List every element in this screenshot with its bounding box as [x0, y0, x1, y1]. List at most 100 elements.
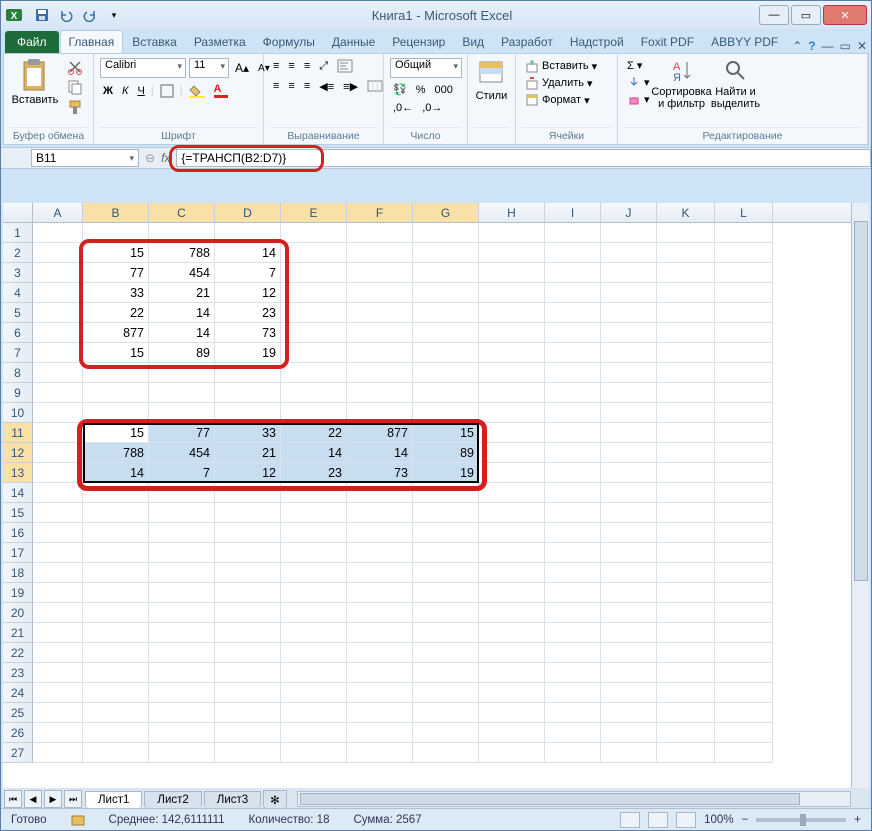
align-bot-icon[interactable]: ≡ — [301, 59, 313, 73]
cell[interactable] — [601, 583, 657, 603]
cell[interactable] — [83, 383, 149, 403]
cell[interactable]: 15 — [413, 423, 479, 443]
col-header-L[interactable]: L — [715, 203, 773, 222]
cell[interactable] — [347, 583, 413, 603]
cell[interactable] — [347, 683, 413, 703]
cell[interactable] — [715, 703, 773, 723]
cell[interactable] — [657, 623, 715, 643]
row-header[interactable]: 25 — [3, 703, 33, 723]
cell[interactable] — [715, 283, 773, 303]
row-header[interactable]: 2 — [3, 243, 33, 263]
cell[interactable] — [657, 243, 715, 263]
cell[interactable] — [281, 663, 347, 683]
cell[interactable] — [715, 543, 773, 563]
cell[interactable] — [413, 523, 479, 543]
cell[interactable] — [281, 483, 347, 503]
cell[interactable] — [33, 703, 83, 723]
ribbon-tab-review[interactable]: Рецензир — [384, 31, 453, 53]
indent-inc-icon[interactable]: ≡▶ — [340, 79, 361, 94]
cell[interactable] — [347, 403, 413, 423]
cell[interactable] — [33, 543, 83, 563]
row-header[interactable]: 9 — [3, 383, 33, 403]
cell[interactable] — [545, 683, 601, 703]
styles-button[interactable]: Стили — [474, 58, 509, 102]
cell[interactable] — [33, 603, 83, 623]
fx-cancel-icon[interactable]: ⊖ — [145, 151, 155, 165]
doc-close-icon[interactable]: ✕ — [857, 39, 867, 53]
cell[interactable] — [83, 223, 149, 243]
row-header[interactable]: 11 — [3, 423, 33, 443]
cell[interactable] — [479, 663, 545, 683]
cell[interactable] — [479, 583, 545, 603]
merge-icon[interactable] — [364, 78, 386, 94]
cell[interactable] — [83, 663, 149, 683]
cell[interactable] — [215, 563, 281, 583]
row-header[interactable]: 17 — [3, 543, 33, 563]
align-right-icon[interactable]: ≡ — [301, 79, 313, 93]
cell[interactable]: 23 — [215, 303, 281, 323]
cell[interactable]: 21 — [149, 283, 215, 303]
cell[interactable] — [215, 403, 281, 423]
sheet-nav-last[interactable]: ⏭ — [64, 790, 82, 808]
cell[interactable] — [413, 723, 479, 743]
cell[interactable] — [33, 303, 83, 323]
cell[interactable]: 14 — [149, 323, 215, 343]
cell[interactable] — [601, 383, 657, 403]
cell[interactable] — [545, 743, 601, 763]
cell[interactable] — [149, 643, 215, 663]
cell[interactable] — [83, 623, 149, 643]
ribbon-tab-layout[interactable]: Разметка — [186, 31, 254, 53]
cell[interactable] — [545, 383, 601, 403]
cell[interactable] — [601, 283, 657, 303]
cell[interactable] — [347, 543, 413, 563]
row-header[interactable]: 16 — [3, 523, 33, 543]
new-sheet-button[interactable]: ✻ — [263, 790, 287, 809]
align-mid-icon[interactable]: ≡ — [285, 59, 297, 73]
cell[interactable] — [83, 563, 149, 583]
name-box[interactable]: B11 — [31, 149, 139, 167]
cell[interactable] — [83, 523, 149, 543]
find-button[interactable]: Найти и выделить — [711, 58, 761, 110]
close-button[interactable]: ✕ — [823, 5, 867, 25]
cell[interactable] — [657, 423, 715, 443]
cell[interactable] — [281, 543, 347, 563]
cell[interactable] — [657, 743, 715, 763]
cell[interactable] — [657, 503, 715, 523]
cell[interactable] — [657, 543, 715, 563]
cell[interactable] — [479, 363, 545, 383]
cell[interactable] — [149, 403, 215, 423]
percent-icon[interactable]: % — [413, 83, 429, 97]
cell[interactable] — [413, 643, 479, 663]
cell[interactable]: 788 — [149, 243, 215, 263]
cell[interactable] — [715, 383, 773, 403]
help-icon[interactable]: ? — [808, 39, 815, 53]
cell[interactable] — [715, 363, 773, 383]
cell[interactable] — [545, 583, 601, 603]
cell[interactable] — [545, 343, 601, 363]
cell[interactable]: 33 — [215, 423, 281, 443]
cell[interactable] — [281, 743, 347, 763]
cell[interactable]: 14 — [281, 443, 347, 463]
cell[interactable] — [149, 523, 215, 543]
fill-color-icon[interactable] — [186, 83, 208, 99]
cell[interactable] — [601, 423, 657, 443]
cell[interactable]: 23 — [281, 463, 347, 483]
cell[interactable] — [347, 283, 413, 303]
cell[interactable] — [545, 363, 601, 383]
cell[interactable] — [601, 403, 657, 423]
cell[interactable] — [715, 403, 773, 423]
cell[interactable] — [33, 663, 83, 683]
cell[interactable] — [33, 503, 83, 523]
cell[interactable]: 877 — [83, 323, 149, 343]
cell[interactable]: 12 — [215, 463, 281, 483]
cell[interactable]: 15 — [83, 343, 149, 363]
cell[interactable] — [33, 643, 83, 663]
cell[interactable] — [281, 283, 347, 303]
clear-icon[interactable]: ▾ — [624, 91, 653, 107]
cell[interactable] — [215, 643, 281, 663]
cell[interactable] — [281, 403, 347, 423]
cell[interactable] — [715, 503, 773, 523]
cell[interactable] — [215, 483, 281, 503]
cell[interactable] — [715, 443, 773, 463]
cell[interactable]: 21 — [215, 443, 281, 463]
